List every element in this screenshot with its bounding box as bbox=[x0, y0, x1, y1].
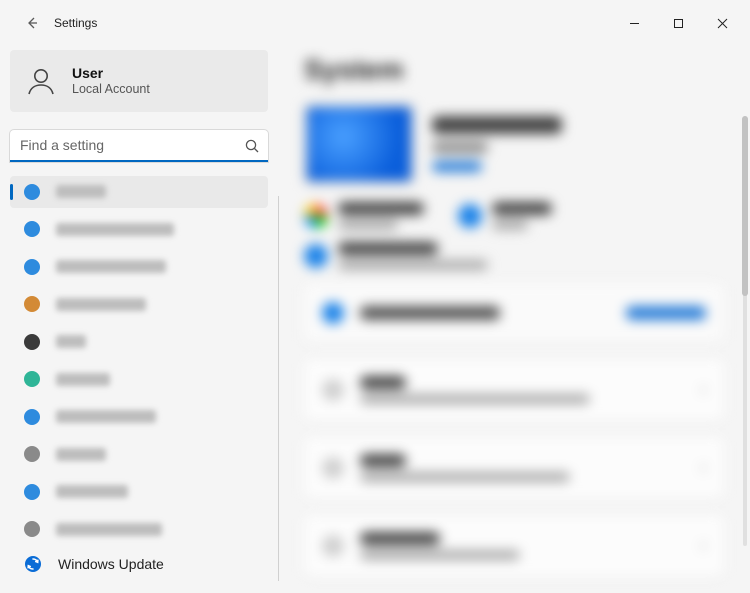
search-wrap bbox=[10, 130, 268, 162]
titlebar: Settings bbox=[0, 0, 750, 46]
search-input[interactable] bbox=[10, 130, 268, 162]
arrow-left-icon bbox=[24, 15, 40, 31]
main-area: System › › › bbox=[278, 46, 750, 593]
sidebar-item-icon bbox=[24, 521, 40, 537]
sidebar-item-icon bbox=[24, 446, 40, 462]
sidebar-item-system[interactable] bbox=[10, 176, 268, 208]
sidebar-item-label bbox=[56, 260, 166, 273]
sidebar-item-label bbox=[56, 485, 128, 498]
back-button[interactable] bbox=[18, 9, 46, 37]
sidebar-item-label bbox=[56, 223, 174, 236]
sidebar-item-label bbox=[56, 298, 146, 311]
window-title: Settings bbox=[54, 16, 97, 30]
sidebar-item-windows-update[interactable]: Windows Update bbox=[10, 545, 268, 583]
close-icon bbox=[717, 18, 728, 29]
sidebar-item-bluetooth-devices[interactable] bbox=[10, 214, 268, 246]
page-title: System bbox=[304, 54, 724, 86]
minimize-button[interactable] bbox=[612, 9, 656, 37]
sidebar-item-icon bbox=[24, 484, 40, 500]
maximize-button[interactable] bbox=[656, 9, 700, 37]
sidebar-item-label: Windows Update bbox=[58, 556, 164, 572]
minimize-icon bbox=[629, 18, 640, 29]
update-icon bbox=[24, 555, 42, 573]
sidebar-item-icon bbox=[24, 184, 40, 200]
sidebar-item-icon bbox=[24, 409, 40, 425]
sidebar-item-icon bbox=[24, 296, 40, 312]
sidebar-item-accounts[interactable] bbox=[10, 364, 268, 396]
sidebar-item-network-internet[interactable] bbox=[10, 251, 268, 283]
sidebar-item-gaming[interactable] bbox=[10, 439, 268, 471]
sidebar-item-label bbox=[56, 523, 162, 536]
sidebar-item-label bbox=[56, 410, 156, 423]
sidebar: User Local Account Windows Update bbox=[0, 46, 278, 593]
account-subtitle: Local Account bbox=[72, 82, 150, 97]
main-blurred-content: System › › › bbox=[278, 46, 750, 593]
avatar-icon bbox=[24, 64, 58, 98]
sidebar-item-apps[interactable] bbox=[10, 326, 268, 358]
close-button[interactable] bbox=[700, 9, 744, 37]
scrollbar-thumb[interactable] bbox=[742, 116, 748, 296]
sidebar-item-personalization[interactable] bbox=[10, 289, 268, 321]
sidebar-item-label bbox=[56, 335, 86, 348]
sidebar-item-icon bbox=[24, 371, 40, 387]
sidebar-item-label bbox=[56, 373, 110, 386]
sidebar-item-icon bbox=[24, 221, 40, 237]
sidebar-item-icon bbox=[24, 334, 40, 350]
sidebar-item-icon bbox=[24, 259, 40, 275]
sidebar-item-time-language[interactable] bbox=[10, 401, 268, 433]
sidebar-item-label bbox=[56, 448, 106, 461]
account-card[interactable]: User Local Account bbox=[10, 50, 268, 112]
maximize-icon bbox=[673, 18, 684, 29]
account-name: User bbox=[72, 65, 150, 82]
sidebar-item-privacy-security[interactable] bbox=[10, 514, 268, 546]
sidebar-nav bbox=[10, 176, 268, 545]
sidebar-item-label bbox=[56, 185, 106, 198]
sidebar-item-accessibility[interactable] bbox=[10, 476, 268, 508]
